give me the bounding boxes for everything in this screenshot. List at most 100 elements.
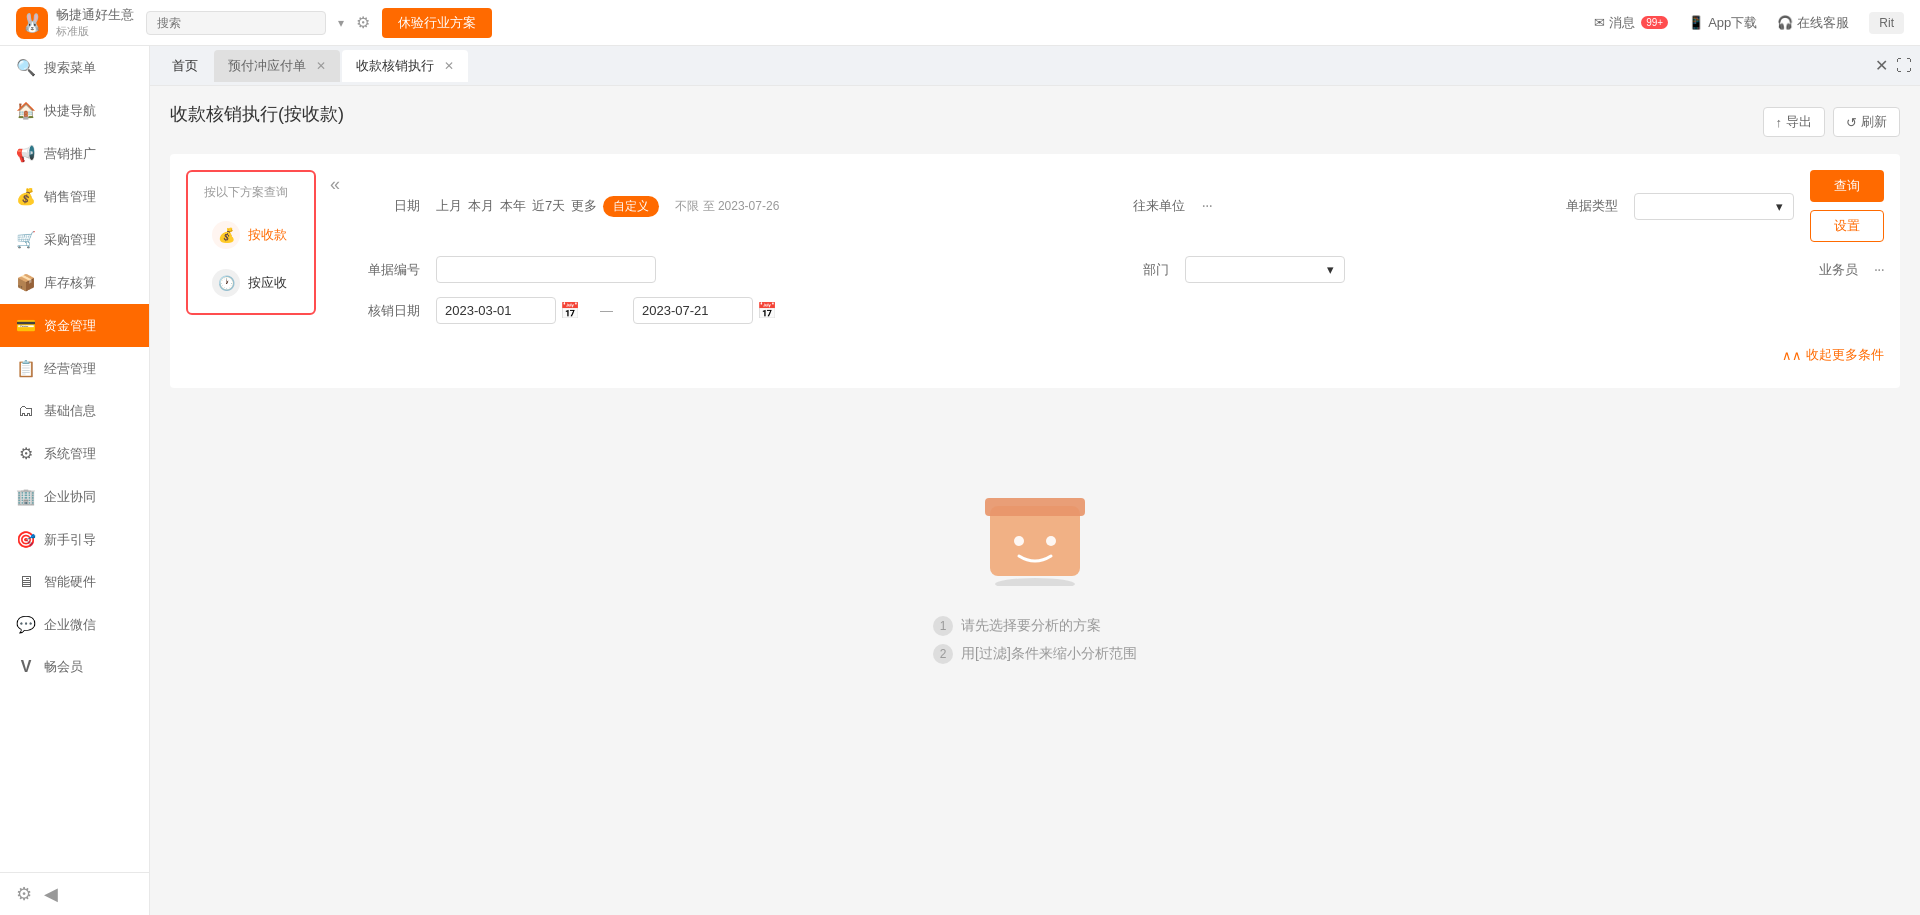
inventory-icon: 📦 [16,273,36,292]
phone-icon: 📱 [1688,15,1704,30]
tab-close-prepay[interactable]: ✕ [316,59,326,73]
close-tab-btn[interactable]: ✕ [1875,56,1888,75]
select-arrow-icon: ▾ [1776,199,1783,214]
svg-point-4 [995,578,1075,586]
hardware-icon: 🖥 [16,573,36,591]
refresh-button[interactable]: ↺ 刷新 [1833,107,1900,137]
industry-button[interactable]: 休验行业方案 [382,8,492,38]
brand: 🐰 畅捷通好生意 标准版 [16,6,134,39]
header-right: ✉ 消息 99+ 📱 App下载 🎧 在线客服 Rit [1594,12,1904,34]
calendar-end-icon[interactable]: 📅 [757,301,777,320]
sidebar-item-quick-nav[interactable]: 🏠 快捷导航 [0,89,149,132]
counterpart-dots[interactable]: ··· [1201,197,1211,215]
sidebar-item-wechat[interactable]: 💬 企业微信 [0,603,149,646]
dept-label: 部门 [1113,261,1169,279]
sidebar-item-purchase[interactable]: 🛒 采购管理 [0,218,149,261]
tab-close-receivable[interactable]: ✕ [444,59,454,73]
tab-home[interactable]: 首页 [158,50,212,82]
content-area: 首页 预付冲应付单 ✕ 收款核销执行 ✕ ✕ ⛶ 收款核销执行(按收款) [150,46,1920,915]
base-info-icon: 🗂 [16,402,36,420]
sidebar-item-enterprise[interactable]: 🏢 企业协同 [0,475,149,518]
bill-type-select[interactable]: ▾ [1634,193,1794,220]
empty-illustration [975,476,1095,596]
calendar-start-icon[interactable]: 📅 [560,301,580,320]
staff-label: 业务员 [1802,261,1858,279]
search-input[interactable] [146,11,326,35]
tab-prepay[interactable]: 预付冲应付单 ✕ [214,50,340,82]
wechat-icon: 💬 [16,615,36,634]
page-title: 收款核销执行(按收款) [170,102,344,126]
sidebar-item-search-menu[interactable]: 🔍 搜索菜单 [0,46,149,89]
gear-icon[interactable]: ⚙ [356,13,370,32]
refresh-icon: ↺ [1846,115,1857,130]
date-last-month[interactable]: 上月 [436,197,462,215]
message-area[interactable]: ✉ 消息 99+ [1594,14,1668,32]
bill-no-input[interactable] [436,256,656,283]
verify-date-start-input[interactable] [436,297,556,324]
enterprise-icon: 🏢 [16,487,36,506]
date-custom-tag[interactable]: 自定义 [603,196,659,217]
message-icon: ✉ [1594,15,1605,30]
sidebar-settings-icon[interactable]: ⚙ [16,883,32,905]
staff-dots[interactable]: ··· [1874,261,1884,279]
settings-button[interactable]: 设置 [1810,210,1884,242]
header-left: 🐰 畅捷通好生意 标准版 ▾ ⚙ 休验行业方案 [16,6,492,39]
dept-select[interactable]: ▾ [1185,256,1345,283]
sidebar: 🔍 搜索菜单 🏠 快捷导航 📢 营销推广 💰 销售管理 🛒 采购管理 📦 库存核… [0,46,150,915]
maximize-btn[interactable]: ⛶ [1896,57,1912,75]
empty-hint-1: 1 请先选择要分析的方案 [933,616,1137,636]
sidebar-item-base-info[interactable]: 🗂 基础信息 [0,390,149,432]
tab-bar-actions: ✕ ⛶ [1875,56,1912,75]
user-area[interactable]: Rit [1869,12,1904,34]
sales-icon: 💰 [16,187,36,206]
verify-date-end-wrap: 📅 [633,297,777,324]
export-icon: ↑ [1776,115,1783,130]
online-service-area[interactable]: 🎧 在线客服 [1777,14,1849,32]
sidebar-item-finance[interactable]: 💳 资金管理 [0,304,149,347]
query-option-receipt[interactable]: 💰 按收款 [204,217,298,253]
date-dash: — [596,303,617,318]
date-more[interactable]: 更多 [571,197,597,215]
dropdown-arrow-icon[interactable]: ▾ [338,16,344,30]
verify-date-label: 核销日期 [364,302,420,320]
sidebar-item-sales[interactable]: 💰 销售管理 [0,175,149,218]
verify-date-end-input[interactable] [633,297,753,324]
brand-edition: 标准版 [56,24,134,39]
svg-rect-1 [985,498,1085,516]
query-filter-section: 按以下方案查询 💰 按收款 🕐 按应收 « [170,154,1900,388]
filter-row-2: 单据编号 部门 ▾ 业务员 ··· [364,256,1884,283]
verify-date-start-wrap: 📅 [436,297,580,324]
sidebar-item-marketing[interactable]: 📢 营销推广 [0,132,149,175]
page-content: 收款核销执行(按收款) ↑ 导出 ↺ 刷新 按以下方 [150,86,1920,915]
page-toolbar: ↑ 导出 ↺ 刷新 [1763,107,1901,137]
sidebar-item-hardware[interactable]: 🖥 智能硬件 [0,561,149,603]
search-icon: 🔍 [16,58,36,77]
sidebar-item-system[interactable]: ⚙ 系统管理 [0,432,149,475]
sidebar-collapse-icon[interactable]: ◀ [44,883,58,905]
sidebar-item-member[interactable]: V 畅会员 [0,646,149,688]
home-icon: 🏠 [16,101,36,120]
query-button[interactable]: 查询 [1810,170,1884,202]
tab-receivable[interactable]: 收款核销执行 ✕ [342,50,468,82]
finance-icon: 💳 [16,316,36,335]
empty-text-area: 1 请先选择要分析的方案 2 用[过滤]条件来缩小分析范围 [933,616,1137,664]
sidebar-item-inventory[interactable]: 📦 库存核算 [0,261,149,304]
collapse-panel-btn[interactable]: « [326,174,344,195]
empty-hint-2: 2 用[过滤]条件来缩小分析范围 [933,644,1137,664]
filter-area: 日期 上月 本月 本年 近7天 更多 自定义 不限 至 2023-07-26 往… [344,170,1884,372]
receipt-icon: 💰 [212,221,240,249]
query-option-receivable[interactable]: 🕐 按应收 [204,265,298,301]
sidebar-item-operations[interactable]: 📋 经营管理 [0,347,149,390]
brand-logo: 🐰 [16,7,48,39]
date-this-month[interactable]: 本月 [468,197,494,215]
filter-row-1: 日期 上月 本月 本年 近7天 更多 自定义 不限 至 2023-07-26 往… [364,170,1884,242]
top-header: 🐰 畅捷通好生意 标准版 ▾ ⚙ 休验行业方案 ✉ 消息 99+ 📱 App下载… [0,0,1920,46]
export-button[interactable]: ↑ 导出 [1763,107,1826,137]
filter-row-3: 核销日期 📅 — 📅 [364,297,1884,324]
collapse-more-btn[interactable]: ∧∧ 收起更多条件 [364,338,1884,372]
sidebar-item-guide[interactable]: 🎯 新手引导 [0,518,149,561]
date-last-7days[interactable]: 近7天 [532,197,565,215]
date-this-year[interactable]: 本年 [500,197,526,215]
date-quick-links: 上月 本月 本年 近7天 更多 自定义 [436,196,659,217]
app-download-area[interactable]: 📱 App下载 [1688,14,1757,32]
